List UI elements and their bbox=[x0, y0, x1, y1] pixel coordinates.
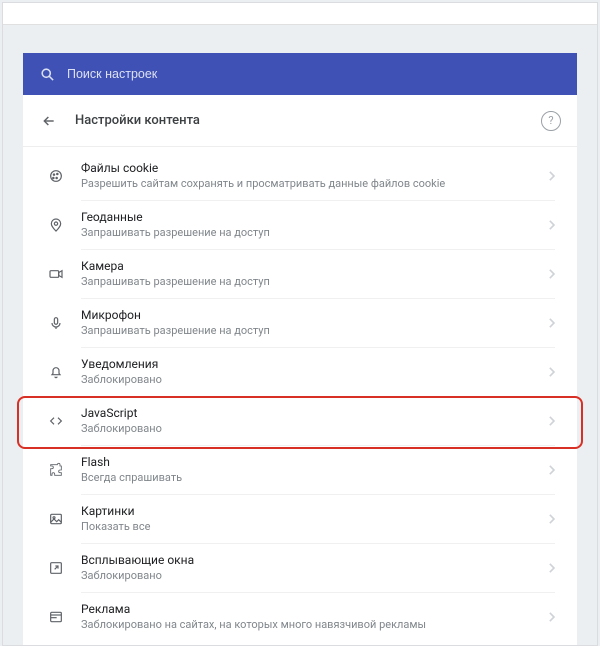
chevron-right-icon bbox=[548, 318, 555, 328]
item-title: Файлы cookie bbox=[81, 161, 548, 175]
chevron-right-icon bbox=[548, 171, 555, 181]
camera-icon bbox=[45, 266, 67, 282]
list-item-bell[interactable]: Уведомления Заблокировано bbox=[23, 347, 577, 396]
list-item-location[interactable]: Геоданные Запрашивать разрешение на дост… bbox=[23, 200, 577, 249]
chevron-right-icon bbox=[548, 269, 555, 279]
item-subtitle: Заблокировано на сайтах, на которых мног… bbox=[81, 618, 548, 631]
mic-icon bbox=[45, 315, 67, 331]
chevron-right-icon bbox=[548, 514, 555, 524]
card-header: Настройки контента ? bbox=[23, 95, 577, 147]
list-item-image[interactable]: Картинки Показать все bbox=[23, 494, 577, 543]
list-item-camera[interactable]: Камера Запрашивать разрешение на доступ bbox=[23, 249, 577, 298]
item-title: Картинки bbox=[81, 504, 548, 518]
list-item-ads[interactable]: Реклама Заблокировано на сайтах, на кото… bbox=[23, 592, 577, 641]
search-input[interactable] bbox=[67, 67, 563, 81]
item-title: Flash bbox=[81, 455, 548, 469]
list-item-popup[interactable]: Всплывающие окна Заблокировано bbox=[23, 543, 577, 592]
item-title: Камера bbox=[81, 259, 548, 273]
settings-list: Файлы cookie Разрешить сайтам сохранять … bbox=[23, 147, 577, 645]
item-title: Микрофон bbox=[81, 308, 548, 322]
list-item-mic[interactable]: Микрофон Запрашивать разрешение на досту… bbox=[23, 298, 577, 347]
location-icon bbox=[45, 217, 67, 233]
top-whitespace bbox=[3, 3, 597, 25]
item-title: Реклама bbox=[81, 602, 548, 616]
item-subtitle: Заблокировано bbox=[81, 422, 548, 435]
item-subtitle: Запрашивать разрешение на доступ bbox=[81, 226, 548, 239]
item-subtitle: Разрешить сайтам сохранять и просматрива… bbox=[81, 177, 548, 190]
code-icon bbox=[45, 413, 67, 429]
settings-search-bar[interactable] bbox=[23, 53, 577, 95]
list-item-code[interactable]: JavaScript Заблокировано bbox=[23, 396, 577, 445]
chevron-right-icon bbox=[548, 220, 555, 230]
ads-icon bbox=[45, 609, 67, 625]
chevron-right-icon bbox=[548, 612, 555, 622]
cookie-icon bbox=[45, 168, 67, 184]
chevron-right-icon bbox=[548, 465, 555, 475]
bell-icon bbox=[45, 364, 67, 380]
page-title: Настройки контента bbox=[75, 113, 200, 128]
item-subtitle: Запрашивать разрешение на доступ bbox=[81, 275, 548, 288]
search-icon bbox=[37, 67, 57, 82]
puzzle-icon bbox=[45, 462, 67, 478]
popup-icon bbox=[45, 560, 67, 576]
item-subtitle: Показать все bbox=[81, 520, 548, 533]
help-button[interactable]: ? bbox=[541, 111, 561, 131]
back-button[interactable] bbox=[39, 111, 59, 131]
item-subtitle: Запрашивать разрешение на доступ bbox=[81, 324, 548, 337]
item-title: Всплывающие окна bbox=[81, 553, 548, 567]
list-item-cookie[interactable]: Файлы cookie Разрешить сайтам сохранять … bbox=[23, 151, 577, 200]
item-subtitle: Заблокировано bbox=[81, 373, 548, 386]
chevron-right-icon bbox=[548, 563, 555, 573]
item-subtitle: Заблокировано bbox=[81, 569, 548, 582]
item-title: Уведомления bbox=[81, 357, 548, 371]
item-title: JavaScript bbox=[81, 406, 548, 420]
list-item-puzzle[interactable]: Flash Всегда спрашивать bbox=[23, 445, 577, 494]
content-settings-card: Настройки контента ? Файлы cookie Разреш… bbox=[23, 95, 577, 645]
item-title: Геоданные bbox=[81, 210, 548, 224]
chevron-right-icon bbox=[548, 416, 555, 426]
chevron-right-icon bbox=[548, 367, 555, 377]
item-subtitle: Всегда спрашивать bbox=[81, 471, 548, 484]
image-icon bbox=[45, 511, 67, 527]
